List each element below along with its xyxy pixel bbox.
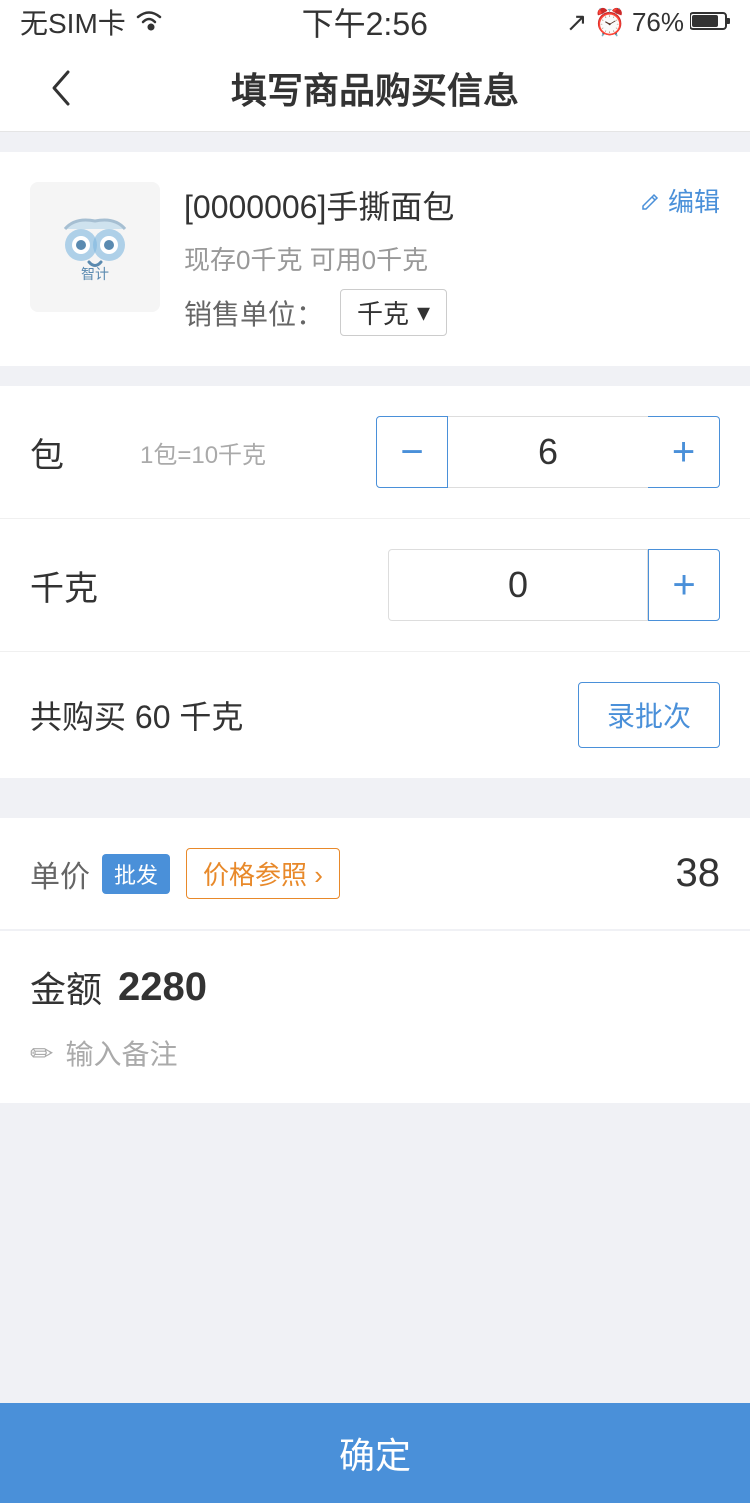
amount-label: 金额 <box>30 961 102 1013</box>
battery-icon <box>690 7 730 38</box>
empty-space <box>0 1103 750 1403</box>
kg-input-row: 千克 + <box>0 519 750 652</box>
edit-button[interactable]: 编辑 <box>640 182 720 219</box>
status-time: 下午2:56 <box>302 0 428 45</box>
package-input-row: 包 1包=10千克 − + <box>0 386 750 519</box>
package-minus-button[interactable]: − <box>376 416 448 488</box>
price-label: 单价 <box>30 852 90 896</box>
package-plus-button[interactable]: + <box>648 416 720 488</box>
status-bar: 无SIM卡 下午2:56 ↗ ⏰ 76% <box>0 0 750 44</box>
status-left: 无SIM卡 <box>20 2 164 42</box>
package-stepper: − + <box>376 416 720 488</box>
amount-section: 金额 2280 ✏ 输入备注 <box>0 931 750 1103</box>
amount-value: 2280 <box>118 965 207 1010</box>
price-ref-button[interactable]: 价格参照 › <box>186 848 340 899</box>
dropdown-arrow-icon: ▾ <box>417 297 430 328</box>
product-image: 智计 <box>30 182 160 312</box>
confirm-button[interactable]: 确定 <box>0 1403 750 1503</box>
unit-dropdown[interactable]: 千克 ▾ <box>340 289 447 336</box>
product-info: [0000006]手撕面包 编辑 现存0千克 可用0千克 销售单位： 千克 ▾ <box>184 182 720 336</box>
battery-label: 76% <box>632 7 684 38</box>
svg-text:智计: 智计 <box>81 266 109 282</box>
batch-button[interactable]: 录批次 <box>578 682 720 748</box>
back-button[interactable] <box>30 58 90 118</box>
kg-input[interactable] <box>388 549 648 621</box>
remark-icon: ✏ <box>30 1037 53 1070</box>
unit-label: 销售单位： <box>184 293 324 333</box>
product-logo: 智计 <box>45 207 145 287</box>
input-section: 包 1包=10千克 − + 千克 + <box>0 386 750 652</box>
remark-placeholder: 输入备注 <box>65 1033 177 1073</box>
kg-label: 千克 <box>30 561 130 610</box>
product-unit-row: 销售单位： 千克 ▾ <box>184 289 720 336</box>
unit-value: 千克 <box>357 294 409 331</box>
location-icon: ↗ <box>566 7 588 38</box>
product-name: [0000006]手撕面包 <box>184 182 454 228</box>
price-type-tag: 批发 <box>102 854 170 894</box>
status-right: ↗ ⏰ 76% <box>566 7 730 38</box>
kg-plus-button[interactable]: + <box>648 549 720 621</box>
package-label: 包 <box>30 428 130 477</box>
alarm-icon: ⏰ <box>594 7 626 38</box>
total-text: 共购买 60 千克 <box>30 692 243 738</box>
page-title: 填写商品购买信息 <box>231 62 519 114</box>
amount-row: 金额 2280 <box>30 961 720 1013</box>
nav-bar: 填写商品购买信息 <box>0 44 750 132</box>
separator-top <box>0 132 750 152</box>
remark-row[interactable]: ✏ 输入备注 <box>30 1033 720 1073</box>
carrier-label: 无SIM卡 <box>20 2 126 42</box>
price-value: 38 <box>676 851 721 896</box>
total-row: 共购买 60 千克 录批次 <box>0 652 750 778</box>
package-input[interactable] <box>448 416 648 488</box>
price-section: 单价 批发 价格参照 › 38 <box>0 818 750 929</box>
package-sublabel: 1包=10千克 <box>140 435 266 470</box>
product-card: 智计 [0000006]手撕面包 编辑 现存0千克 可用0千克 销售单位： 千克… <box>0 152 750 366</box>
product-stock: 现存0千克 可用0千克 <box>184 240 720 277</box>
wifi-icon <box>134 6 164 38</box>
price-ref-label: 价格参照 › <box>203 855 323 892</box>
kg-stepper: + <box>388 549 720 621</box>
separator-mid <box>0 778 750 798</box>
